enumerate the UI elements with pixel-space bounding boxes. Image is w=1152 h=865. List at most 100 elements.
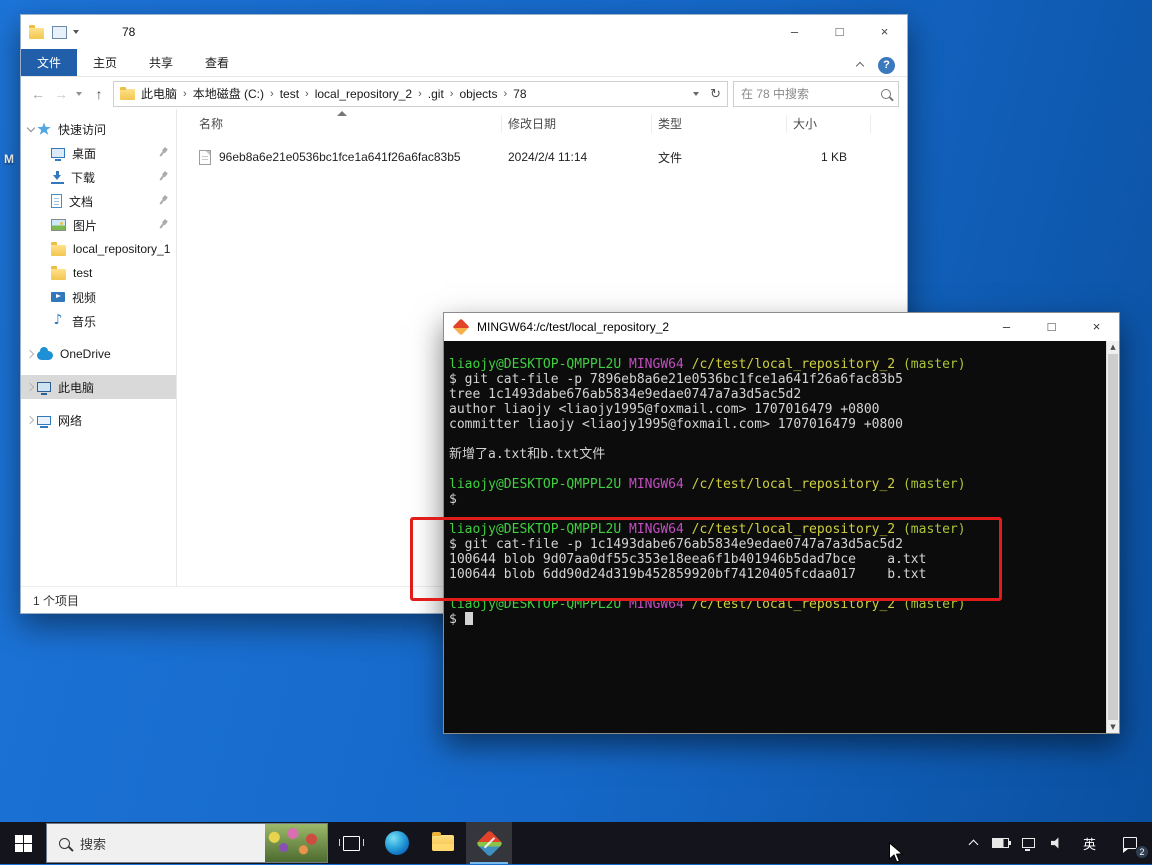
ribbon-tab[interactable]: 共享	[133, 49, 189, 76]
quick-access-toolbar-icon[interactable]	[52, 25, 67, 39]
sidebar-item-label: local_repository_1	[73, 242, 171, 256]
sidebar-item[interactable]: 文档	[21, 189, 176, 213]
sidebar-item[interactable]: OneDrive	[21, 342, 176, 366]
expander-chevron-icon[interactable]	[25, 414, 37, 426]
sidebar-item[interactable]: 此电脑	[21, 375, 176, 399]
volume-tray-button[interactable]	[1043, 822, 1071, 864]
forward-button[interactable]: →	[52, 86, 70, 102]
expand-ribbon-chevron-icon[interactable]	[855, 60, 865, 70]
refresh-icon[interactable]: ↻	[710, 86, 721, 102]
minimize-button[interactable]: –	[984, 313, 1029, 340]
terminal-output[interactable]: liaojy@DESKTOP-QMPPL2U MINGW64 /c/test/l…	[444, 341, 1119, 733]
terminal-line: author liaojy <liaojy1995@foxmail.com> 1…	[449, 402, 880, 417]
sidebar-item-label: test	[73, 266, 93, 280]
display-tray-button[interactable]	[1015, 822, 1043, 864]
minimize-button[interactable]: –	[772, 15, 817, 48]
search-box[interactable]: 在 78 中搜索	[733, 80, 899, 107]
terminal-scrollbar[interactable]: ▲ ▼	[1106, 341, 1119, 733]
search-highlight-image[interactable]	[265, 824, 327, 862]
search-icon	[881, 88, 891, 99]
sidebar-item[interactable]: 快速访问	[21, 117, 176, 141]
git-bash-icon	[452, 318, 470, 336]
terminal-line: liaojy@DESKTOP-QMPPL2U MINGW64 /c/test/l…	[449, 357, 966, 372]
network-icon	[37, 415, 51, 428]
ribbon-tab[interactable]: 文件	[21, 49, 78, 76]
breadcrumb-item[interactable]: local_repository_2	[309, 87, 418, 101]
file-row[interactable]: 96eb8a6e21e0536bc1fce1a641f26a6fac83b5 20…	[177, 146, 907, 168]
up-button[interactable]: ↑	[90, 86, 108, 102]
ribbon-tab[interactable]: 主页	[77, 49, 133, 76]
sidebar-item[interactable]: 音乐	[21, 309, 176, 333]
task-view-button[interactable]	[328, 822, 374, 864]
computer-icon	[37, 382, 51, 395]
customize-toolbar-chevron-icon[interactable]	[72, 27, 82, 37]
sidebar-item-label: 桌面	[72, 146, 97, 161]
task-view-icon	[338, 835, 364, 851]
terminal-line: $	[449, 492, 457, 507]
sidebar-item[interactable]: local_repository_1	[21, 237, 176, 261]
file-explorer-taskbar-button[interactable]	[420, 822, 466, 864]
terminal-line: liaojy@DESKTOP-QMPPL2U MINGW64 /c/test/l…	[449, 597, 966, 612]
address-folder-icon	[120, 86, 135, 100]
scroll-up-arrow-icon[interactable]: ▲	[1107, 343, 1119, 351]
close-button[interactable]: ×	[862, 15, 907, 48]
ribbon-tab[interactable]: 查看	[189, 49, 245, 76]
action-center-icon	[1122, 837, 1137, 853]
close-button[interactable]: ×	[1074, 313, 1119, 340]
hidden-icons-chevron[interactable]	[961, 822, 987, 864]
taskbar-search-placeholder: 搜索	[80, 836, 107, 852]
address-dropdown-chevron-icon[interactable]	[692, 89, 702, 99]
sidebar-item[interactable]: test	[21, 261, 176, 285]
expander-chevron-icon[interactable]	[25, 123, 37, 135]
git-bash-taskbar-button[interactable]	[466, 822, 512, 864]
terminal-line: 新增了a.txt和b.txt文件	[449, 447, 606, 462]
breadcrumb-item[interactable]: .git	[422, 87, 450, 101]
expander-chevron-icon[interactable]	[25, 348, 37, 360]
start-button[interactable]	[0, 822, 46, 864]
column-header[interactable]: 大小	[787, 115, 871, 133]
window-title: 78	[122, 25, 136, 39]
action-center-button[interactable]: 2	[1108, 822, 1152, 864]
scroll-down-arrow-icon[interactable]: ▼	[1107, 723, 1119, 731]
help-button[interactable]: ?	[878, 57, 895, 74]
sidebar-item[interactable]: 桌面	[21, 141, 176, 165]
maximize-button[interactable]: □	[817, 15, 862, 48]
edge-taskbar-button[interactable]	[374, 822, 420, 864]
taskbar: 搜索 英 2	[0, 822, 1152, 864]
document-icon	[51, 194, 62, 208]
language-label: 英	[1082, 836, 1096, 852]
column-header[interactable]: 名称	[177, 115, 502, 133]
input-language-indicator[interactable]: 英	[1071, 822, 1108, 864]
column-header[interactable]: 修改日期	[502, 115, 652, 133]
pin-icon	[156, 193, 171, 208]
sidebar-item[interactable]: 下载	[21, 165, 176, 189]
sidebar-item[interactable]: 图片	[21, 213, 176, 237]
breadcrumb-item[interactable]: test	[274, 87, 305, 101]
address-bar[interactable]: 此电脑 › 本地磁盘 (C:) › test › local_repository_2 › .g…	[113, 80, 728, 107]
recent-locations-chevron-icon[interactable]	[75, 89, 85, 99]
maximize-button[interactable]: □	[1029, 313, 1074, 340]
column-header[interactable]: 类型	[652, 115, 787, 133]
sidebar-item[interactable]: 视频	[21, 285, 176, 309]
item-count-text: 1 个项目	[33, 593, 80, 608]
back-button[interactable]: ←	[29, 86, 47, 102]
breadcrumb-item[interactable]: 78	[507, 87, 532, 101]
address-bar-actions: ↻	[692, 86, 721, 102]
desktop-icon	[51, 148, 65, 161]
sort-ascending-caret-icon[interactable]	[337, 111, 347, 116]
expander-chevron-icon[interactable]	[25, 381, 37, 393]
sidebar-item[interactable]: 网络	[21, 408, 176, 432]
pictures-icon	[51, 219, 66, 231]
scrollbar-thumb[interactable]	[1108, 354, 1118, 720]
breadcrumb-item[interactable]: objects	[453, 87, 503, 101]
breadcrumb-item[interactable]: 本地磁盘 (C:)	[187, 85, 270, 102]
taskbar-search-box[interactable]: 搜索	[46, 823, 328, 863]
breadcrumb-item[interactable]: 此电脑	[135, 85, 183, 102]
battery-tray-button[interactable]	[987, 822, 1015, 864]
terminal-line: liaojy@DESKTOP-QMPPL2U MINGW64 /c/test/l…	[449, 477, 966, 492]
file-size: 1 KB	[820, 150, 847, 164]
